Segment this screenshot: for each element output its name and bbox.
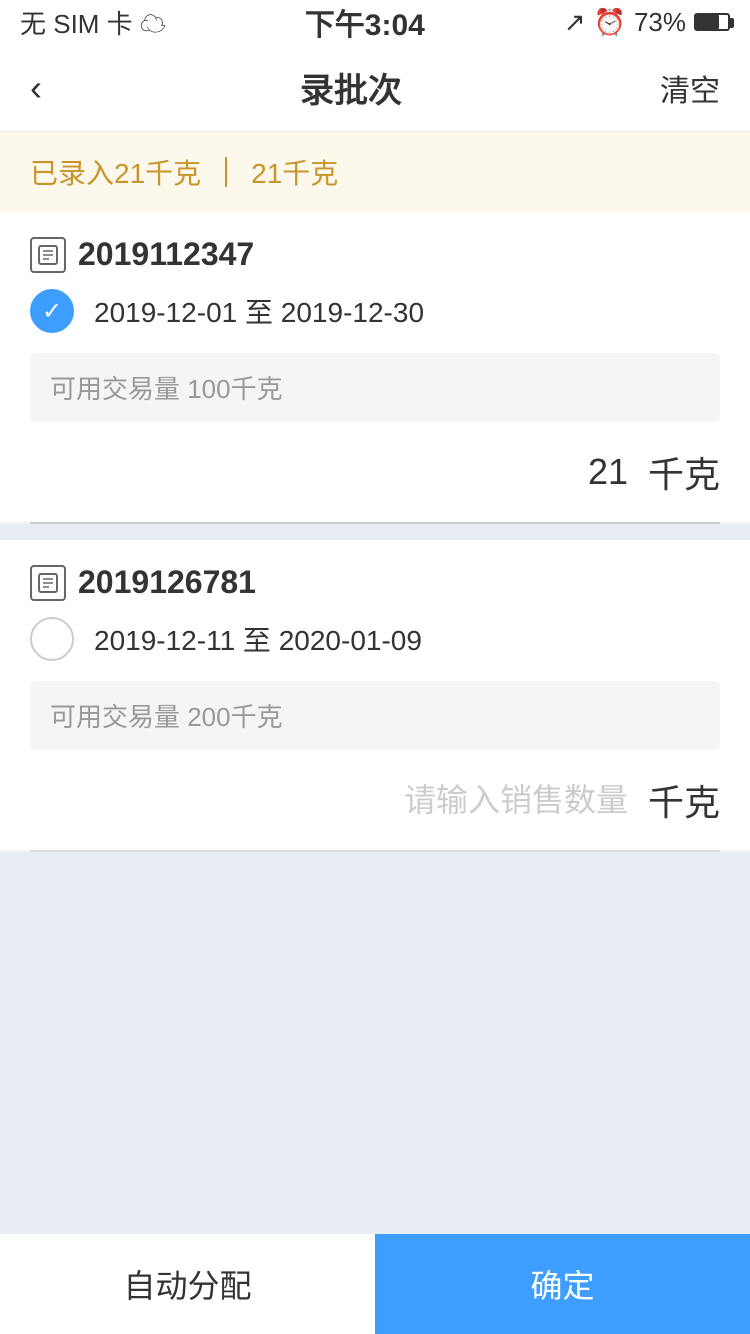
batch-id-icon-1	[30, 237, 66, 273]
batch-id-2: 2019126781	[78, 564, 256, 601]
batch-header-2: 2019126781	[30, 564, 720, 601]
status-right: ↗ ⏰ 73%	[564, 7, 730, 38]
quantity-input-2[interactable]	[30, 782, 628, 819]
status-time: 下午3:04	[305, 0, 425, 44]
batch-id-icon-2	[30, 565, 66, 601]
clear-button[interactable]: 清空	[660, 66, 720, 110]
batch-date-row-1[interactable]: ✓ 2019-12-01 至 2019-12-30	[30, 289, 720, 333]
batch-item-2: 2019126781 2019-12-11 至 2020-01-09 可用交易量…	[0, 540, 750, 750]
page-title: 录批次	[300, 63, 402, 112]
empty-area	[0, 852, 750, 1272]
summary-label: 已录入21千克	[30, 152, 201, 192]
input-row-2: 千克	[0, 750, 750, 850]
status-bar: 无 SIM 卡 ☁ 下午3:04 ↗ ⏰ 73%	[0, 0, 750, 44]
batch-item-1: 2019112347 ✓ 2019-12-01 至 2019-12-30 可用交…	[0, 212, 750, 422]
check-icon-1: ✓	[42, 297, 62, 326]
batch-available-1: 可用交易量 100千克	[30, 353, 720, 422]
quantity-value-1: 21	[588, 451, 628, 493]
sim-label: 无 SIM 卡 ☁	[20, 4, 166, 41]
nav-bar: ‹ 录批次 清空	[0, 44, 750, 132]
summary-bar: 已录入21千克 21千克	[0, 132, 750, 212]
bottom-bar: 自动分配 确定	[0, 1234, 750, 1334]
batch-date-1: 2019-12-01 至 2019-12-30	[94, 291, 424, 331]
batch-header-1: 2019112347	[30, 236, 720, 273]
radio-2[interactable]	[30, 617, 74, 661]
back-button[interactable]: ‹	[30, 67, 42, 109]
battery-percent: 73%	[634, 7, 686, 38]
confirm-button[interactable]: 确定	[375, 1234, 750, 1334]
batch-date-row-2[interactable]: 2019-12-11 至 2020-01-09	[30, 617, 720, 661]
input-unit-2: 千克	[648, 774, 720, 826]
alarm-icon: ⏰	[594, 7, 626, 38]
battery-icon	[694, 13, 730, 31]
quantity-row-1: 21 千克	[0, 422, 750, 522]
batch-date-2: 2019-12-11 至 2020-01-09	[94, 619, 422, 659]
auto-distribute-button[interactable]: 自动分配	[0, 1234, 375, 1334]
quantity-unit-1: 千克	[648, 446, 720, 498]
section-divider	[0, 524, 750, 540]
summary-value: 21千克	[251, 152, 338, 192]
status-left: 无 SIM 卡 ☁	[20, 4, 166, 41]
batch-id-1: 2019112347	[78, 236, 254, 273]
radio-1[interactable]: ✓	[30, 289, 74, 333]
summary-divider	[225, 157, 227, 187]
location-icon: ↗	[564, 7, 586, 38]
batch-available-2: 可用交易量 200千克	[30, 681, 720, 750]
